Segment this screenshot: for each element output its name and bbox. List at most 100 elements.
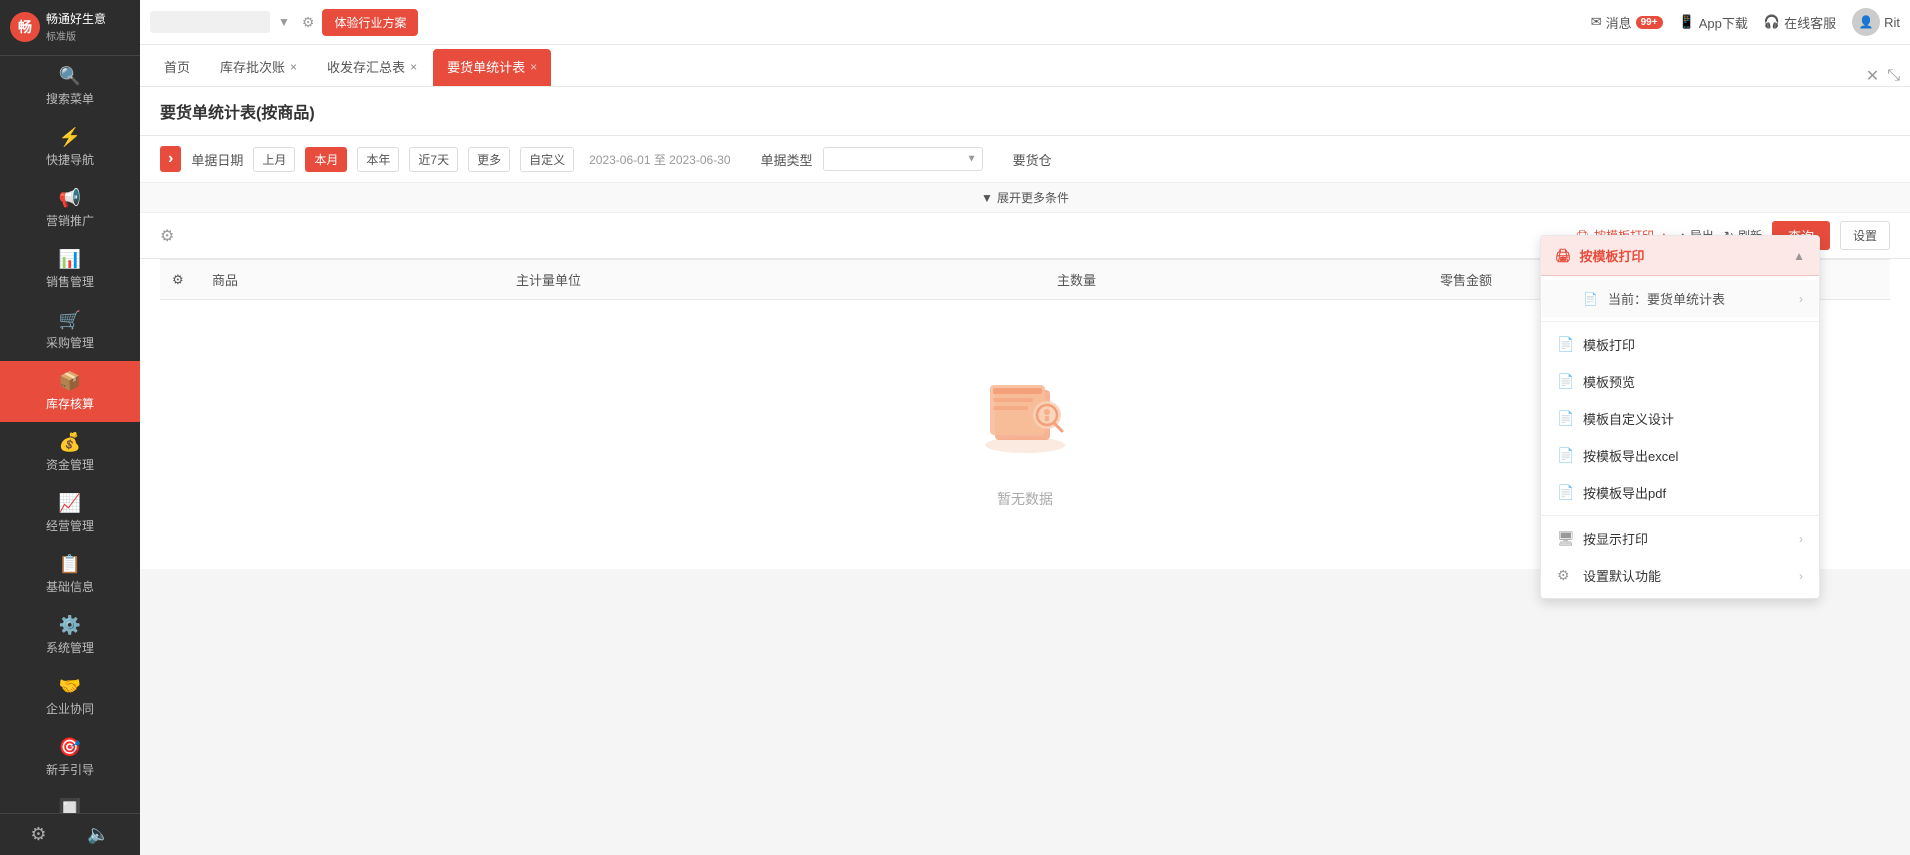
sidebar-footer: ⚙ 🔈 — [0, 813, 140, 855]
quicknav-icon: ⚡ — [59, 127, 81, 148]
tab-order-stats-close[interactable]: × — [530, 60, 537, 74]
dropdown-item-export-excel[interactable]: 📄 按模板导出excel — [1541, 437, 1819, 474]
trial-button[interactable]: 体验行业方案 — [322, 9, 418, 36]
topbar-search-input[interactable] — [150, 11, 270, 33]
sidebar-item-newbie[interactable]: 🎯 新手引导 — [0, 727, 140, 788]
print-dropdown-menu: 🖨 按模板打印 ▲ 📄 当前：要货单统计表 › 📄 模板打印 — [1540, 235, 1820, 599]
sidebar-item-collab[interactable]: 🤝 企业协同 — [0, 666, 140, 727]
col-product: 商品 — [200, 260, 504, 300]
settings-footer-icon[interactable]: ⚙ — [30, 824, 46, 845]
filter-bar: › 单据日期 上月 本月 本年 近7天 更多 自定义 2023-06-01 至 … — [140, 136, 1910, 183]
tab-receipts-label: 收发存汇总表 — [327, 57, 405, 76]
sidebar-item-label: 系统管理 — [46, 639, 94, 656]
date-btn-custom[interactable]: 自定义 — [520, 147, 574, 172]
page-title: 要货单统计表(按商品) — [160, 99, 1890, 123]
sidebar-nav: 🔍 搜索菜单 ⚡ 快捷导航 📢 营销推广 📊 销售管理 🛒 采购管理 📦 库存核… — [0, 56, 140, 813]
settings-button[interactable]: 设置 — [1840, 221, 1890, 250]
sidebar-item-finance[interactable]: 💰 资金管理 — [0, 422, 140, 483]
sidebar-item-basic[interactable]: 📋 基础信息 — [0, 544, 140, 605]
sidebar-item-marketing[interactable]: 📢 营销推广 — [0, 178, 140, 239]
tab-receipts[interactable]: 收发存汇总表 × — [313, 49, 431, 86]
tab-receipts-close[interactable]: × — [410, 60, 417, 74]
content-area: 要货单统计表(按商品) › 单据日期 上月 本月 本年 近7天 更多 自定义 2… — [140, 87, 1910, 855]
dropdown-item-template-design[interactable]: 📄 模板自定义设计 — [1541, 400, 1819, 437]
expand-conditions-button[interactable]: ▼ 展开更多条件 — [981, 189, 1069, 206]
sidebar-item-operation[interactable]: 📈 经营管理 — [0, 483, 140, 544]
topbar-avatar[interactable]: 👤 Rit — [1852, 8, 1900, 36]
newbie-icon: 🎯 — [59, 737, 81, 758]
dropdown-current-section: 📄 当前：要货单统计表 › — [1541, 276, 1819, 321]
dropdown-collapse-icon[interactable]: ▲ — [1793, 249, 1805, 263]
sidebar-item-inventory[interactable]: 📦 库存核算 — [0, 361, 140, 422]
date-btn-last-month[interactable]: 上月 — [253, 147, 295, 172]
sidebar-item-label: 资金管理 — [46, 456, 94, 473]
purchase-icon: 🛒 — [59, 310, 81, 331]
inventory-icon: 📦 — [59, 371, 81, 392]
dropdown-item-display-print[interactable]: 🖥 按显示打印 › — [1541, 520, 1819, 557]
sidebar-item-quicknav[interactable]: ⚡ 快捷导航 — [0, 117, 140, 178]
window-close-btn[interactable]: ✕ — [1866, 66, 1879, 86]
expand-label: 展开更多条件 — [997, 189, 1069, 206]
sidebar-item-system[interactable]: ⚙️ 系统管理 — [0, 605, 140, 666]
display-print-icon: 🖥 — [1557, 530, 1573, 547]
template-preview-label: 模板预览 — [1583, 372, 1635, 391]
date-range-text: 2023-06-01 至 2023-06-30 — [589, 151, 730, 168]
topbar-chevron-icon[interactable]: ▼ — [278, 15, 290, 29]
expand-bar: ▼ 展开更多条件 — [140, 183, 1910, 213]
template-print-label: 模板打印 — [1583, 335, 1635, 354]
empty-illustration — [965, 360, 1085, 479]
topbar-right: ✉ 消息 99+ 📱 App下载 🎧 在线客服 👤 Rit — [1591, 8, 1900, 36]
tab-order-stats-label: 要货单统计表 — [447, 57, 525, 76]
speaker-footer-icon[interactable]: 🔈 — [87, 824, 109, 845]
date-btn-more[interactable]: 更多 — [468, 147, 510, 172]
appdownload-label: App下载 — [1699, 13, 1748, 32]
dropdown-current-item[interactable]: 📄 当前：要货单统计表 › — [1541, 280, 1819, 317]
type-filter-label: 单据类型 — [761, 150, 813, 169]
tab-home[interactable]: 首页 — [150, 49, 204, 86]
topbar-online-service[interactable]: 🎧 在线客服 — [1764, 13, 1836, 32]
sidebar-item-purchase[interactable]: 🛒 采购管理 — [0, 300, 140, 361]
date-btn-7days[interactable]: 近7天 — [409, 147, 458, 172]
sidebar-item-appstore[interactable]: 🔲 应用中心 — [0, 788, 140, 813]
set-default-label: 设置默认功能 — [1583, 566, 1661, 585]
date-btn-this-month[interactable]: 本月 — [305, 147, 347, 172]
export-pdf-label: 按模板导出pdf — [1583, 483, 1666, 502]
template-design-label: 模板自定义设计 — [1583, 409, 1674, 428]
current-template-icon: 📄 — [1583, 292, 1598, 306]
sidebar-item-sales[interactable]: 📊 销售管理 — [0, 239, 140, 300]
tab-batch-close[interactable]: × — [290, 60, 297, 74]
export-excel-icon: 📄 — [1557, 447, 1573, 464]
export-pdf-icon: 📄 — [1557, 484, 1573, 501]
dropdown-item-template-print[interactable]: 📄 模板打印 — [1541, 326, 1819, 363]
sidebar: 畅 畅通好生意 标准版 🔍 搜索菜单 ⚡ 快捷导航 📢 营销推广 📊 销售管理 … — [0, 0, 140, 855]
tab-batch[interactable]: 库存批次账 × — [206, 49, 311, 86]
system-icon: ⚙️ — [59, 615, 81, 636]
column-settings-icon[interactable]: ⚙ — [160, 226, 174, 246]
window-maximize-btn[interactable]: ⤡ — [1887, 67, 1900, 85]
sidebar-item-label: 采购管理 — [46, 334, 94, 351]
service-label: 在线客服 — [1784, 13, 1836, 32]
dropdown-item-set-default[interactable]: ⚙ 设置默认功能 › — [1541, 557, 1819, 594]
tab-order-stats[interactable]: 要货单统计表 × — [433, 49, 551, 86]
date-btn-this-year[interactable]: 本年 — [357, 147, 399, 172]
type-select[interactable] — [823, 147, 983, 171]
sidebar-item-label: 经营管理 — [46, 517, 94, 534]
set-default-icon: ⚙ — [1557, 567, 1573, 584]
basic-icon: 📋 — [59, 554, 81, 575]
topbar-message[interactable]: ✉ 消息 99+ — [1591, 13, 1663, 32]
topbar-gear-icon[interactable]: ⚙ — [302, 14, 315, 31]
sidebar-item-label: 搜索菜单 — [46, 90, 94, 107]
topbar-app-download[interactable]: 📱 App下载 — [1679, 13, 1748, 32]
template-print-icon: 📄 — [1557, 336, 1573, 353]
template-preview-icon: 📄 — [1557, 373, 1573, 390]
appdownload-icon: 📱 — [1679, 14, 1695, 30]
dropdown-item-template-preview[interactable]: 📄 模板预览 — [1541, 363, 1819, 400]
dropdown-item-export-pdf[interactable]: 📄 按模板导出pdf — [1541, 474, 1819, 511]
sidebar-item-label: 新手引导 — [46, 761, 94, 778]
sidebar-item-search[interactable]: 🔍 搜索菜单 — [0, 56, 140, 117]
filter-expand-button[interactable]: › — [160, 146, 181, 172]
dropdown-title: 按模板打印 — [1580, 246, 1645, 265]
col-settings[interactable]: ⚙ — [160, 260, 200, 300]
tab-bar: 首页 库存批次账 × 收发存汇总表 × 要货单统计表 × ✕ ⤡ — [140, 45, 1910, 87]
sidebar-item-label: 营销推广 — [46, 212, 94, 229]
